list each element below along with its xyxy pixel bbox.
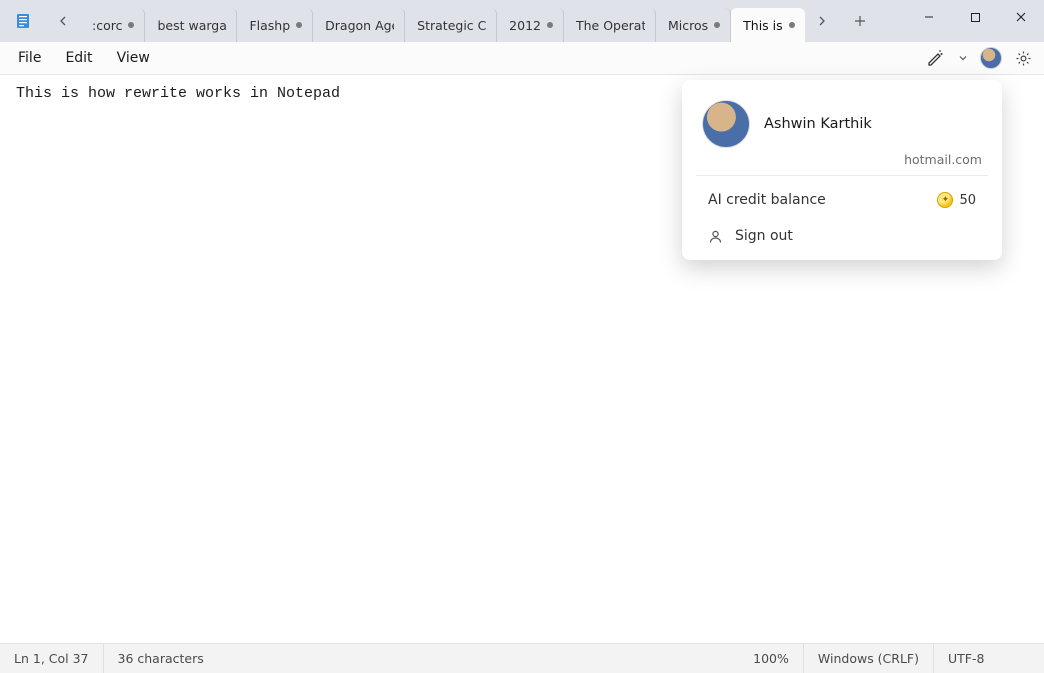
status-line-ending[interactable]: Windows (CRLF): [804, 644, 934, 673]
menu-bar: File Edit View: [0, 42, 1044, 75]
ai-rewrite-dropdown[interactable]: [952, 43, 974, 73]
document-tab[interactable]: Dragon Age: [313, 8, 405, 42]
document-tab[interactable]: best wargam: [145, 8, 237, 42]
tab-strip: :corc best wargam Flashp Dragon Age Strategi…: [80, 0, 805, 42]
document-tab[interactable]: Flashp: [237, 8, 313, 42]
maximize-button[interactable]: [952, 0, 998, 34]
document-tab[interactable]: The Operatic: [564, 8, 656, 42]
tab-label: Strategic Co: [417, 18, 486, 33]
sign-out-label: Sign out: [735, 228, 793, 244]
new-tab-button[interactable]: [843, 4, 877, 38]
tab-scroll-right-button[interactable]: [805, 4, 839, 38]
document-tab[interactable]: 2012: [497, 8, 564, 42]
document-tab[interactable]: :corc: [80, 8, 145, 42]
account-name: Ashwin Karthik: [764, 116, 872, 132]
coin-icon: [937, 192, 953, 208]
avatar-icon: [980, 47, 1002, 69]
modified-indicator-icon: [789, 22, 795, 28]
window-controls: [906, 0, 1044, 34]
status-char-count: 36 characters: [104, 644, 218, 673]
account-email: hotmail.com: [682, 152, 1002, 167]
status-zoom[interactable]: 100%: [739, 644, 804, 673]
account-popup: Ashwin Karthik hotmail.com AI credit bal…: [682, 80, 1002, 260]
ai-credit-value: 50: [959, 193, 976, 208]
tab-label: The Operatic: [576, 18, 645, 33]
status-encoding[interactable]: UTF-8: [934, 644, 1044, 673]
menu-edit[interactable]: Edit: [53, 45, 104, 71]
tab-label: Flashp: [249, 18, 290, 33]
status-cursor-position[interactable]: Ln 1, Col 37: [0, 644, 104, 673]
document-tab[interactable]: Micros: [656, 8, 731, 42]
menu-file[interactable]: File: [6, 45, 53, 71]
divider: [696, 175, 988, 176]
gear-icon: [1015, 50, 1032, 67]
tab-scroll-left-button[interactable]: [46, 4, 80, 38]
minimize-button[interactable]: [906, 0, 952, 34]
modified-indicator-icon: [296, 22, 302, 28]
title-bar: :corc best wargam Flashp Dragon Age Strategi…: [0, 0, 1044, 42]
person-icon: [708, 229, 723, 244]
notepad-app-icon: [0, 13, 46, 29]
tab-label: Dragon Age: [325, 18, 394, 33]
modified-indicator-icon: [547, 22, 553, 28]
ai-credit-row[interactable]: AI credit balance 50: [688, 182, 996, 218]
document-tab[interactable]: Strategic Co: [405, 8, 497, 42]
account-avatar: [702, 100, 750, 148]
settings-button[interactable]: [1008, 43, 1038, 73]
status-bar: Ln 1, Col 37 36 characters 100% Windows …: [0, 643, 1044, 673]
modified-indicator-icon: [714, 22, 720, 28]
document-tab[interactable]: This is: [731, 8, 805, 42]
modified-indicator-icon: [128, 22, 134, 28]
sign-out-row[interactable]: Sign out: [688, 218, 996, 254]
account-button[interactable]: [976, 43, 1006, 73]
close-button[interactable]: [998, 0, 1044, 34]
tab-label: Micros: [668, 18, 708, 33]
ai-rewrite-button[interactable]: [920, 43, 950, 73]
tab-label: 2012: [509, 18, 541, 33]
tab-label: This is: [743, 18, 783, 33]
menu-view[interactable]: View: [105, 45, 162, 71]
ai-credit-label: AI credit balance: [708, 192, 826, 208]
tab-label: best wargam: [157, 18, 226, 33]
tab-label: :corc: [92, 18, 122, 33]
